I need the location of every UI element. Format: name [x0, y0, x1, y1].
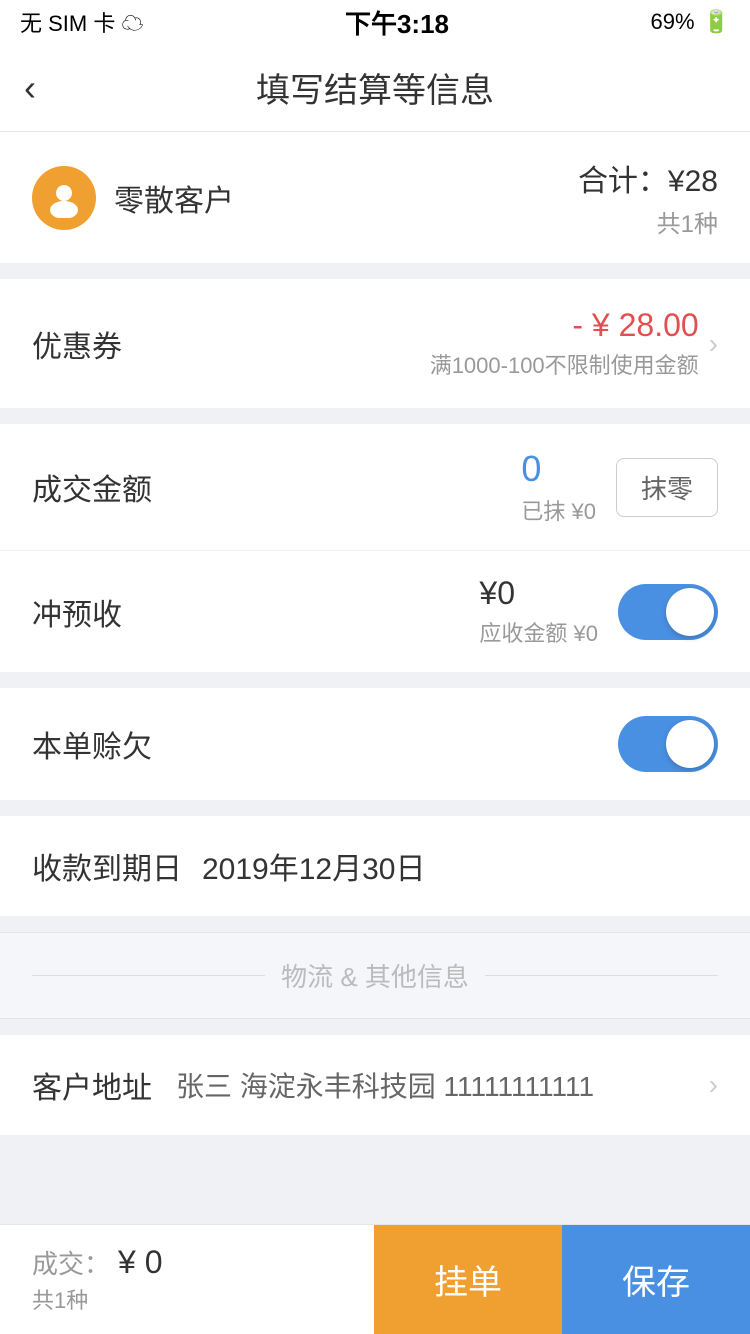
transaction-amount-right: 0 已抹 ¥0 抹零	[521, 448, 718, 526]
hold-order-button[interactable]: 挂单	[374, 1225, 562, 1334]
customer-total: 合计：¥28 共1种	[578, 156, 718, 239]
chevron-right-icon: ›	[709, 328, 718, 360]
debt-section: 本单赊欠	[0, 688, 750, 800]
no-sim-text: 无 SIM 卡 ☁	[20, 6, 143, 38]
debt-toggle-circle	[666, 720, 714, 768]
address-row[interactable]: 客户地址 张三 海淀永丰科技园 11111111111 ›	[0, 1035, 750, 1135]
coupon-right: - ¥ 28.00 满1000-100不限制使用金额 ›	[430, 307, 718, 380]
total-count: 共1种	[578, 204, 718, 239]
prepaid-amount-value: ¥0	[479, 575, 598, 612]
debt-label: 本单赊欠	[32, 722, 152, 766]
bottom-count: 共1种	[32, 1283, 342, 1315]
customer-name: 零散客户	[114, 176, 234, 220]
due-date-section: 收款到期日 2019年12月30日	[0, 816, 750, 916]
coupon-row[interactable]: 优惠券 - ¥ 28.00 满1000-100不限制使用金额 ›	[0, 279, 750, 408]
address-value: 张三 海淀永丰科技园 11111111111	[176, 1065, 709, 1105]
coupon-label: 优惠券	[32, 322, 122, 366]
prepaid-row: 冲预收 ¥0 应收金额 ¥0	[0, 551, 750, 672]
due-date-label: 收款到期日	[32, 844, 182, 888]
prepaid-toggle[interactable]	[618, 584, 718, 640]
transaction-amount-label: 成交金额	[32, 465, 152, 509]
prepaid-right: ¥0 应收金额 ¥0	[479, 575, 718, 648]
battery-icon: 🔋	[703, 9, 730, 35]
round-zero-button[interactable]: 抹零	[616, 458, 718, 517]
back-button[interactable]: ‹	[24, 67, 36, 109]
debt-toggle[interactable]	[618, 716, 718, 772]
toggle-circle	[666, 588, 714, 636]
status-right: 69% 🔋	[651, 9, 730, 35]
logistics-header: 物流 & 其他信息	[0, 932, 750, 1019]
status-bar: 无 SIM 卡 ☁ 下午3:18 69% 🔋	[0, 0, 750, 44]
prepaid-label: 冲预收	[32, 590, 152, 634]
battery-text: 69%	[651, 9, 695, 35]
bottom-info: 成交： ¥ 0 共1种	[0, 1244, 374, 1315]
transaction-section: 成交金额 0 已抹 ¥0 抹零 冲预收 ¥0 应收金额 ¥0	[0, 424, 750, 672]
bottom-deal-amount: ¥ 0	[118, 1244, 162, 1281]
address-chevron-icon: ›	[709, 1069, 718, 1101]
page-title: 填写结算等信息	[256, 63, 494, 112]
bottom-buttons: 挂单 保存	[374, 1225, 750, 1334]
customer-info: 零散客户	[32, 166, 234, 230]
status-time: 下午3:18	[345, 4, 449, 41]
nav-bar: ‹ 填写结算等信息	[0, 44, 750, 132]
logistics-title: 物流 & 其他信息	[281, 957, 469, 994]
customer-avatar	[32, 166, 96, 230]
bottom-bar: 成交： ¥ 0 共1种 挂单 保存	[0, 1224, 750, 1334]
customer-row: 零散客户 合计：¥28 共1种	[0, 132, 750, 263]
due-date-value: 2019年12月30日	[202, 844, 425, 888]
save-button[interactable]: 保存	[562, 1225, 750, 1334]
bottom-deal-label: 成交：	[32, 1244, 110, 1281]
status-left: 无 SIM 卡 ☁	[20, 6, 143, 38]
transaction-amount-value: 0	[521, 448, 596, 490]
coupon-description: 满1000-100不限制使用金额	[430, 348, 699, 380]
address-label: 客户地址	[32, 1063, 152, 1107]
transaction-amount-row: 成交金额 0 已抹 ¥0 抹零	[0, 424, 750, 551]
coupon-discount: - ¥ 28.00	[430, 307, 699, 344]
prepaid-receivable: 应收金额 ¥0	[479, 616, 598, 648]
already-rounded-text: 已抹 ¥0	[521, 494, 596, 526]
total-amount: 合计：¥28	[578, 156, 718, 200]
